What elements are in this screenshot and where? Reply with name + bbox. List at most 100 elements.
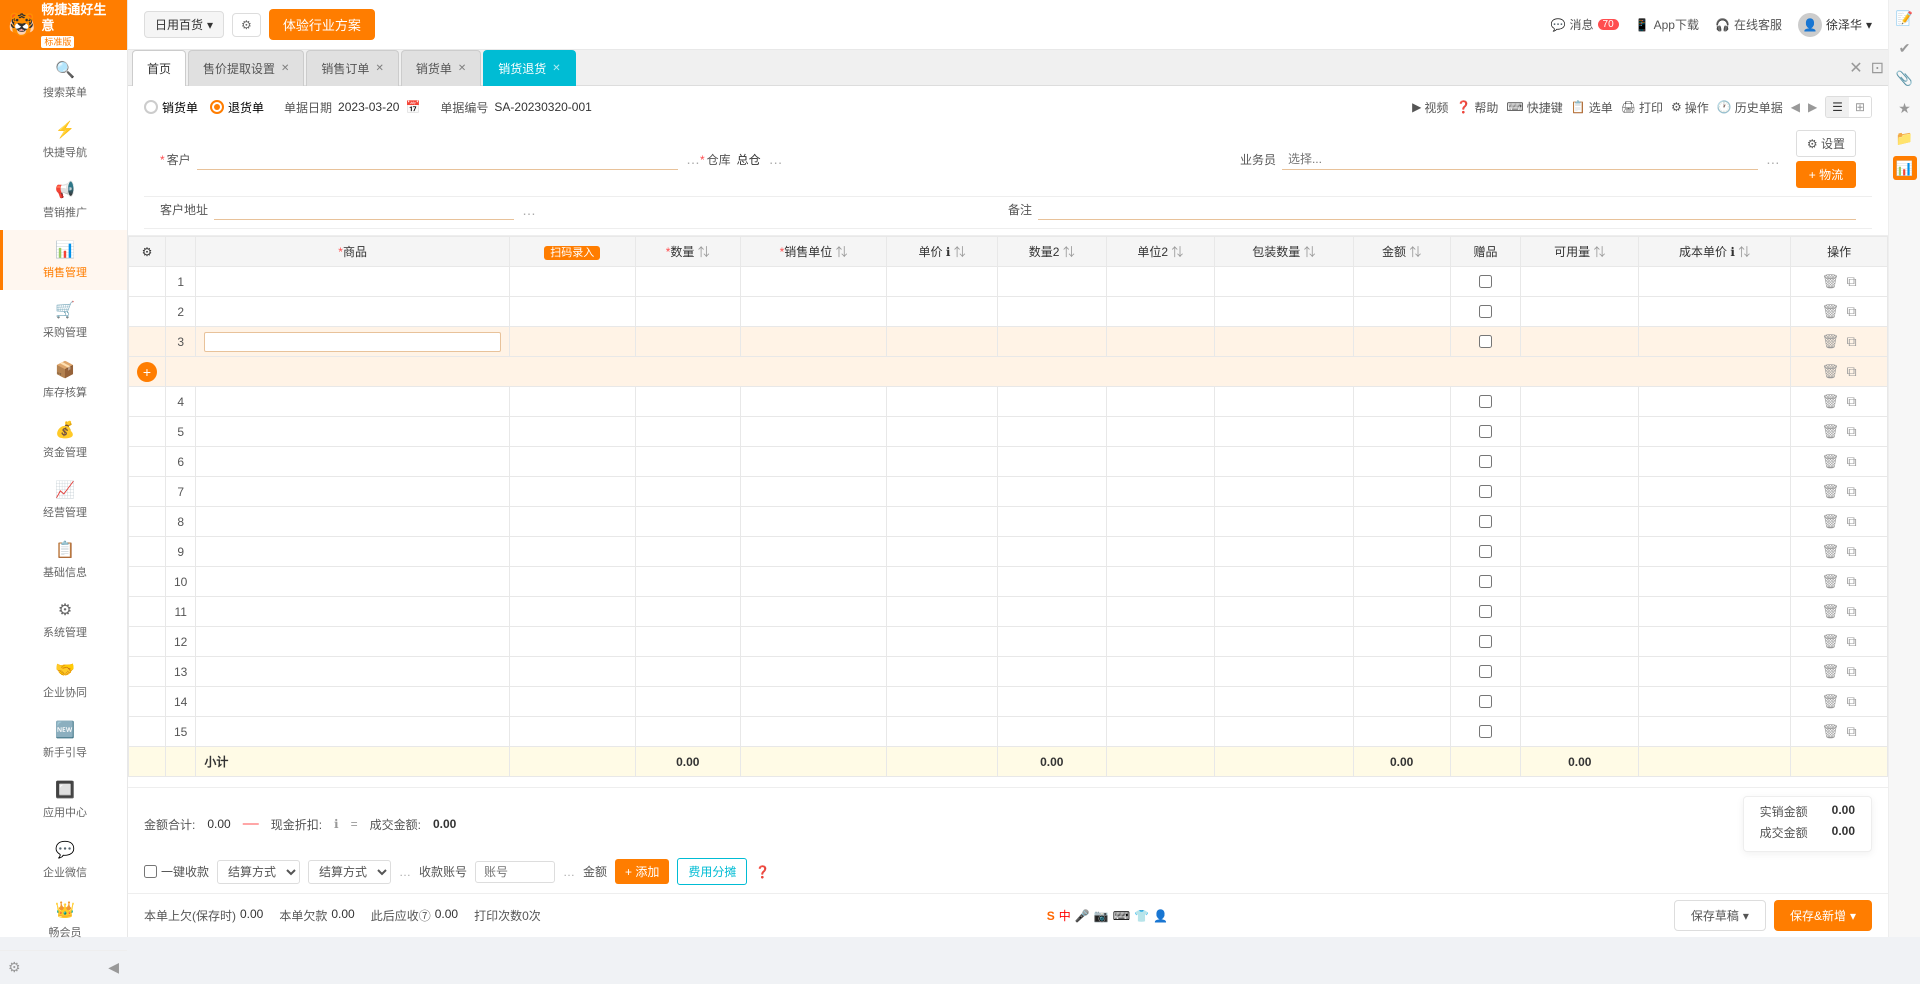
unit-cell[interactable] <box>740 387 887 417</box>
pkg-cell[interactable] <box>1215 327 1353 357</box>
settle-method-select[interactable]: 结算方式 <box>308 860 391 884</box>
delete-row-icon[interactable]: 🗑 <box>1822 663 1840 679</box>
sidebar-item-finance[interactable]: 💰 资金管理 <box>0 410 127 470</box>
qty-cell[interactable] <box>635 717 740 747</box>
address-dots[interactable]: … <box>522 202 536 218</box>
price-cell[interactable] <box>887 687 998 717</box>
nav-prev-icon[interactable]: ◀ <box>1791 100 1800 114</box>
unit-cell[interactable] <box>740 567 887 597</box>
maximize-btn[interactable]: ⊡ <box>1871 58 1884 78</box>
price-cell[interactable] <box>887 657 998 687</box>
unit2-cell[interactable] <box>1106 327 1215 357</box>
qty2-cell[interactable] <box>998 477 1107 507</box>
one-click-checkbox[interactable]: 一键收款 <box>144 863 209 880</box>
tab-sale-order[interactable]: 销售订单 ✕ <box>306 50 398 86</box>
calendar-icon[interactable]: 📅 <box>405 100 420 114</box>
amount-cell[interactable] <box>1353 627 1450 657</box>
gift-checkbox[interactable] <box>1479 275 1492 288</box>
unit2-cell[interactable] <box>1106 417 1215 447</box>
qty-cell[interactable] <box>635 417 740 447</box>
pkg-cell[interactable] <box>1215 387 1353 417</box>
copy-row-icon[interactable]: ⧉ <box>1847 543 1857 559</box>
video-btn[interactable]: ▶ 视频 <box>1412 99 1448 116</box>
unit2-cell[interactable] <box>1106 387 1215 417</box>
amount-cell[interactable] <box>1353 387 1450 417</box>
price-cell[interactable] <box>887 477 998 507</box>
qty2-cell[interactable] <box>998 687 1107 717</box>
copy-row-icon[interactable]: ⧉ <box>1847 393 1857 409</box>
sidebar-item-member[interactable]: 👑 畅会员 <box>0 890 127 950</box>
collapse-icon[interactable]: ◀ <box>108 959 119 976</box>
gift-checkbox[interactable] <box>1479 485 1492 498</box>
unit2-cell[interactable] <box>1106 537 1215 567</box>
remark-input[interactable] <box>1038 199 1856 220</box>
nav-next-icon[interactable]: ▶ <box>1808 100 1817 114</box>
qty-cell[interactable] <box>635 477 740 507</box>
delete-row-icon[interactable]: 🗑 <box>1822 393 1840 409</box>
product-cell[interactable] <box>196 627 510 657</box>
qty2-cell[interactable] <box>998 627 1107 657</box>
tab-home[interactable]: 首页 <box>132 50 186 86</box>
qty-cell[interactable] <box>635 447 740 477</box>
delete-row-icon[interactable]: 🗑 <box>1822 603 1840 619</box>
sidebar-item-sales[interactable]: 📊 销售管理 <box>0 230 127 290</box>
close-window-btn[interactable]: ✕ <box>1849 58 1862 78</box>
gift-checkbox[interactable] <box>1479 545 1492 558</box>
copy-add-row-icon[interactable]: ⧉ <box>1847 363 1857 379</box>
split-btn[interactable]: 费用分摊 <box>677 858 747 885</box>
settle-dots[interactable]: … <box>399 865 411 879</box>
pkg-cell[interactable] <box>1215 267 1353 297</box>
delete-row-icon[interactable]: 🗑 <box>1822 423 1840 439</box>
customer-dots[interactable]: … <box>686 151 700 167</box>
view-list-btn[interactable]: ☰ <box>1826 97 1849 117</box>
delete-row-icon[interactable]: 🗑 <box>1822 513 1840 529</box>
product-cell[interactable] <box>196 657 510 687</box>
gift-checkbox[interactable] <box>1479 725 1492 738</box>
pkg-cell[interactable] <box>1215 687 1353 717</box>
sidebar-item-system[interactable]: ⚙ 系统管理 <box>0 590 127 650</box>
th-settings[interactable]: ⚙ <box>129 237 166 267</box>
qty-cell[interactable] <box>635 507 740 537</box>
qty-cell[interactable] <box>635 567 740 597</box>
unit-cell[interactable] <box>740 627 887 657</box>
product-cell[interactable] <box>196 387 510 417</box>
delete-row-icon[interactable]: 🗑 <box>1822 333 1840 349</box>
product-cell[interactable] <box>196 687 510 717</box>
rp-attachment-icon[interactable]: 📎 <box>1893 66 1917 90</box>
rp-folder-icon[interactable]: 📁 <box>1893 126 1917 150</box>
amount-cell[interactable] <box>1353 567 1450 597</box>
history-btn[interactable]: 🕐 历史单据 <box>1717 99 1783 116</box>
unit2-cell[interactable] <box>1106 717 1215 747</box>
account-dots[interactable]: … <box>563 865 575 879</box>
qty2-cell[interactable] <box>998 297 1107 327</box>
delete-row-icon[interactable]: 🗑 <box>1822 483 1840 499</box>
amount-cell[interactable] <box>1353 267 1450 297</box>
product-cell[interactable] <box>196 717 510 747</box>
copy-row-icon[interactable]: ⧉ <box>1847 633 1857 649</box>
amount-cell[interactable] <box>1353 537 1450 567</box>
copy-row-icon[interactable]: ⧉ <box>1847 453 1857 469</box>
unit-cell[interactable] <box>740 597 887 627</box>
amount-cell[interactable] <box>1353 417 1450 447</box>
address-input[interactable] <box>214 199 514 220</box>
unit-cell[interactable] <box>740 717 887 747</box>
unit2-cell[interactable] <box>1106 447 1215 477</box>
save-draft-btn[interactable]: 保存草稿 ▾ <box>1674 900 1766 931</box>
pkg-cell[interactable] <box>1215 417 1353 447</box>
copy-row-icon[interactable]: ⧉ <box>1847 333 1857 349</box>
settings-form-btn[interactable]: ⚙ 设置 <box>1796 130 1856 157</box>
delete-row-icon[interactable]: 🗑 <box>1822 303 1840 319</box>
price-cell[interactable] <box>887 447 998 477</box>
product-cell[interactable] <box>196 507 510 537</box>
scan-badge[interactable]: 扫码录入 <box>544 246 600 260</box>
copy-row-icon[interactable]: ⧉ <box>1847 573 1857 589</box>
tab-sale-out[interactable]: 销货单 ✕ <box>401 50 481 86</box>
amount-cell[interactable] <box>1353 657 1450 687</box>
unit-cell[interactable] <box>740 297 887 327</box>
qty-cell[interactable] <box>635 657 740 687</box>
copy-row-icon[interactable]: ⧉ <box>1847 423 1857 439</box>
product-cell[interactable] <box>196 297 510 327</box>
qty2-cell[interactable] <box>998 567 1107 597</box>
select-btn[interactable]: 📋 选单 <box>1571 99 1613 116</box>
print-btn[interactable]: 🖨 打印 <box>1621 99 1663 116</box>
